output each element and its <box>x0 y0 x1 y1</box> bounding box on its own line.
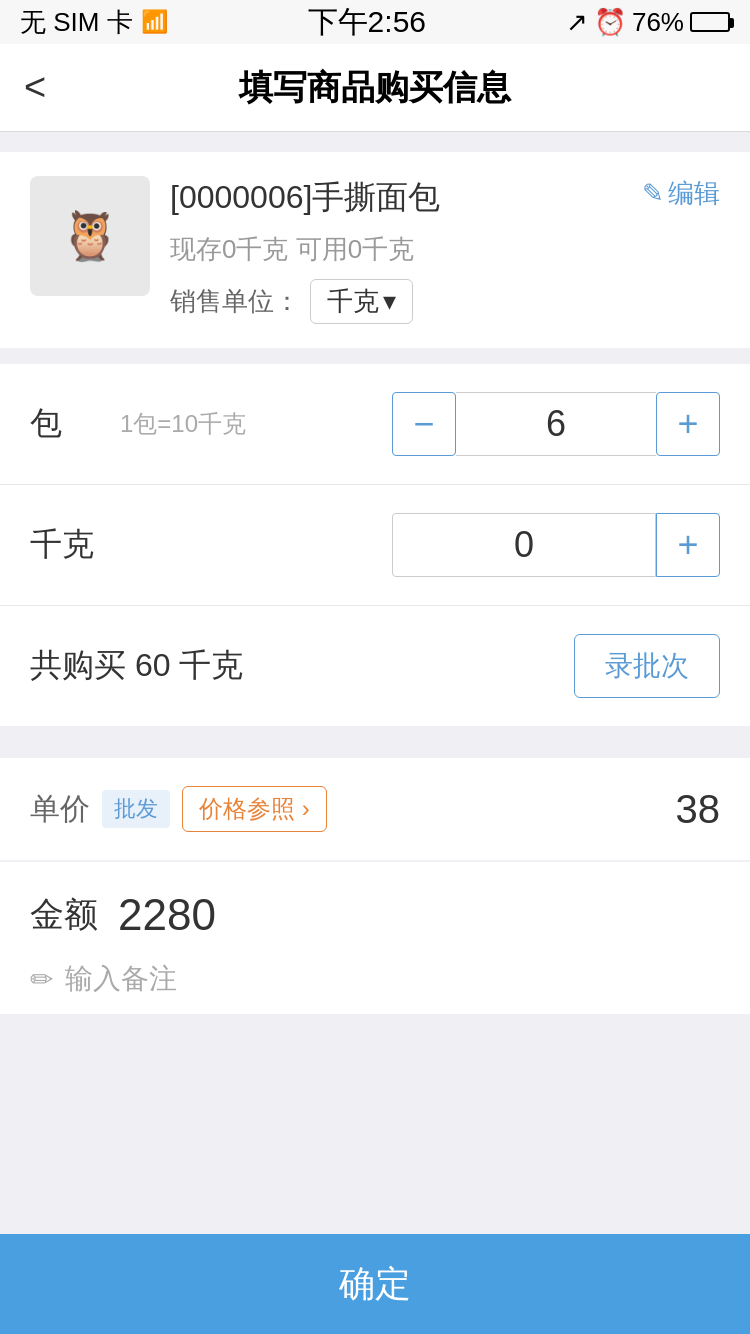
product-thumbnail: 🦉 <box>30 176 150 296</box>
edit-label: 编辑 <box>668 176 720 211</box>
quantity-section: 包 1包=10千克 − + 千克 + 共购买 60 千克 录批次 <box>0 364 750 726</box>
back-button[interactable]: < <box>24 66 46 109</box>
amount-row: 金额 2280 <box>30 890 720 940</box>
bag-quantity-input[interactable] <box>456 392 656 456</box>
page-title: 填写商品购买信息 <box>239 65 511 111</box>
batch-button[interactable]: 录批次 <box>574 634 720 698</box>
total-row: 共购买 60 千克 录批次 <box>0 606 750 726</box>
price-section: 单价 批发 价格参照 › 38 <box>0 758 750 860</box>
pencil-icon: ✏ <box>30 963 53 996</box>
bag-minus-button[interactable]: − <box>392 392 456 456</box>
product-info: [0000006]手撕面包 现存0千克 可用0千克 销售单位： 千克 ▾ <box>170 176 720 324</box>
battery-percent: 76% <box>632 7 684 38</box>
product-stock: 现存0千克 可用0千克 <box>170 232 720 267</box>
price-label-text: 单价 <box>30 789 90 830</box>
kg-quantity-control: + <box>392 513 720 577</box>
remark-row[interactable]: ✏ 输入备注 <box>30 960 720 998</box>
bag-label: 包 <box>30 402 110 446</box>
amount-section: 金额 2280 ✏ 输入备注 <box>0 862 750 1014</box>
divider-1 <box>0 348 750 364</box>
nav-bar: < 填写商品购买信息 <box>0 44 750 132</box>
price-ref-button[interactable]: 价格参照 › <box>182 786 327 832</box>
unit-label: 销售单位： <box>170 284 300 319</box>
unit-value: 千克 <box>327 284 379 319</box>
edit-icon: ✎ <box>642 178 664 209</box>
bag-quantity-row: 包 1包=10千克 − + <box>0 364 750 485</box>
amount-label: 金额 <box>30 892 98 938</box>
price-value: 38 <box>676 787 721 832</box>
bag-hint: 1包=10千克 <box>120 408 392 440</box>
battery-icon <box>690 12 730 32</box>
confirm-button[interactable]: 确定 <box>0 1234 750 1334</box>
product-unit: 销售单位： 千克 ▾ <box>170 279 720 324</box>
price-row: 单价 批发 价格参照 › 38 <box>30 786 720 832</box>
kg-quantity-input[interactable] <box>392 513 656 577</box>
carrier-label: 无 SIM 卡 <box>20 5 133 40</box>
chevron-down-icon: ▾ <box>383 286 396 317</box>
product-card: 🦉 [0000006]手撕面包 现存0千克 可用0千克 销售单位： 千克 ▾ ✎… <box>0 152 750 348</box>
status-left: 无 SIM 卡 📶 <box>20 5 168 40</box>
product-name: [0000006]手撕面包 <box>170 176 720 220</box>
divider-2 <box>0 726 750 742</box>
kg-plus-button[interactable]: + <box>656 513 720 577</box>
wifi-icon: 📶 <box>141 9 168 35</box>
unit-dropdown[interactable]: 千克 ▾ <box>310 279 413 324</box>
kg-quantity-row: 千克 + <box>0 485 750 606</box>
remark-placeholder: 输入备注 <box>65 960 177 998</box>
status-right: ↗ ⏰ 76% <box>566 7 730 38</box>
bag-plus-button[interactable]: + <box>656 392 720 456</box>
kg-label: 千克 <box>30 523 110 567</box>
location-icon: ↗ <box>566 7 588 38</box>
batch-tag: 批发 <box>102 790 170 828</box>
total-text: 共购买 60 千克 <box>30 644 243 688</box>
product-thumb-icon: 🦉 <box>60 208 120 264</box>
edit-button[interactable]: ✎ 编辑 <box>642 176 720 211</box>
status-bar: 无 SIM 卡 📶 下午2:56 ↗ ⏰ 76% <box>0 0 750 44</box>
alarm-icon: ⏰ <box>594 7 626 38</box>
time-label: 下午2:56 <box>308 2 426 43</box>
price-label: 单价 批发 价格参照 › <box>30 786 327 832</box>
bag-quantity-control: − + <box>392 392 720 456</box>
amount-value: 2280 <box>118 890 216 940</box>
